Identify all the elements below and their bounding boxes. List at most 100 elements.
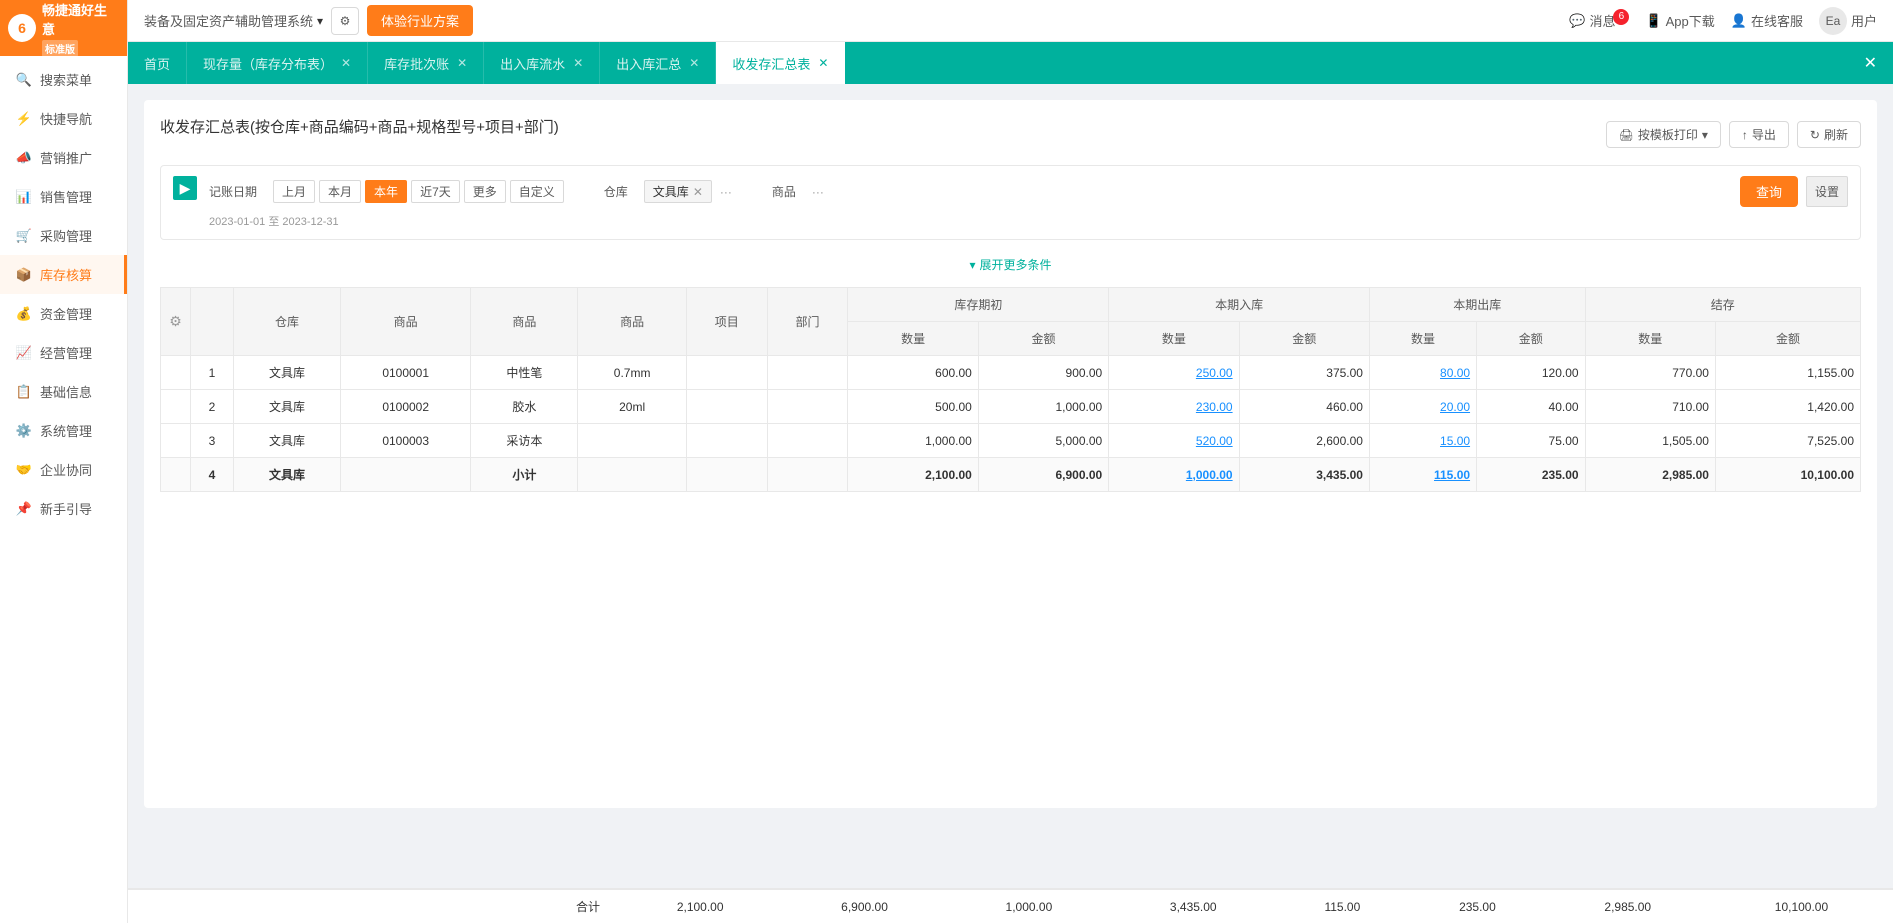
row-out-qty[interactable]: 15.00 <box>1369 424 1476 458</box>
user-label: 用户 <box>1851 11 1877 30</box>
row-name: 采访本 <box>471 424 578 458</box>
row-out-qty[interactable]: 20.00 <box>1369 390 1476 424</box>
gear-icon: ⚙ <box>340 14 351 28</box>
sidebar-item-marketing[interactable]: 📣 营销推广 <box>0 138 127 177</box>
tab-in-out-summary[interactable]: 出入库汇总 ✕ <box>600 42 716 84</box>
col-name: 商品 <box>471 288 578 356</box>
trial-button[interactable]: 体验行业方案 <box>367 5 473 36</box>
print-button[interactable]: 🖨 按模板打印 ▾ <box>1606 121 1721 148</box>
sidebar-item-system[interactable]: ⚙️ 系统管理 <box>0 411 127 450</box>
row-in-amt: 375.00 <box>1239 356 1369 390</box>
expand-more-btn[interactable]: ▾ 展开更多条件 <box>969 252 1051 277</box>
refresh-icon: ↻ <box>1810 128 1820 142</box>
dropdown-arrow-icon: ▾ <box>317 14 323 28</box>
subtotal-bal-amt: 10,100.00 <box>1715 458 1860 492</box>
avatar: Ea <box>1819 7 1847 35</box>
date-custom[interactable]: 自定义 <box>510 180 564 203</box>
date-label: 记账日期 <box>209 183 257 200</box>
settings-link-button[interactable]: 设置 <box>1806 176 1848 207</box>
sidebar-item-newbie[interactable]: 📌 新手引导 <box>0 489 127 528</box>
quicknav-icon: ⚡ <box>16 111 32 127</box>
subtotal-init-qty: 2,100.00 <box>848 458 978 492</box>
tab-home[interactable]: 首页 <box>128 42 187 84</box>
sidebar-item-purchase[interactable]: 🛒 采购管理 <box>0 216 127 255</box>
tab-in-out-summary-close[interactable]: ✕ <box>689 56 699 70</box>
warehouse-remove-btn[interactable]: ✕ <box>693 185 703 199</box>
tab-stock-dist[interactable]: 现存量（库存分布表） ✕ <box>187 42 368 84</box>
user-action[interactable]: Ea 用户 <box>1819 7 1877 35</box>
export-button[interactable]: ↑ 导出 <box>1729 121 1789 148</box>
row-code: 0100001 <box>340 356 470 390</box>
top-header: 装备及固定资产辅助管理系统 ▾ ⚙ 体验行业方案 💬 消息 6 📱 App下载 … <box>128 0 1893 42</box>
row-spec: 0.7mm <box>578 356 686 390</box>
sidebar-item-label: 资金管理 <box>40 304 92 323</box>
sidebar-item-inventory[interactable]: 📦 库存核算 <box>0 255 127 294</box>
warehouse-label: 仓库 <box>604 183 628 200</box>
row-init-qty: 600.00 <box>848 356 978 390</box>
tab-stock-dist-close[interactable]: ✕ <box>341 56 351 70</box>
query-button[interactable]: 查询 <box>1740 176 1798 207</box>
tab-batch[interactable]: 库存批次账 ✕ <box>368 42 484 84</box>
export-icon: ↑ <box>1742 128 1748 142</box>
message-action[interactable]: 💬 消息 6 <box>1569 11 1629 30</box>
col-settings[interactable]: ⚙ <box>161 288 191 356</box>
tab-in-out-flow-close[interactable]: ✕ <box>573 56 583 70</box>
row-out-qty[interactable]: 80.00 <box>1369 356 1476 390</box>
sidebar-item-operations[interactable]: 📈 经营管理 <box>0 333 127 372</box>
total-in-qty: 1,000.00 <box>947 890 1111 923</box>
tab-in-out-flow-label: 出入库流水 <box>500 54 565 73</box>
sidebar-item-label: 企业协同 <box>40 460 92 479</box>
tab-in-out-flow[interactable]: 出入库流水 ✕ <box>484 42 600 84</box>
tab-bar-close-btn[interactable]: ✕ <box>1848 53 1893 73</box>
tab-batch-close[interactable]: ✕ <box>457 56 467 70</box>
row-in-qty[interactable]: 250.00 <box>1109 356 1239 390</box>
goods-more[interactable]: ··· <box>812 185 824 199</box>
col-out-amt: 金额 <box>1477 322 1586 356</box>
sidebar-item-label: 新手引导 <box>40 499 92 518</box>
row-init-amt: 900.00 <box>978 356 1108 390</box>
sidebar-item-basic[interactable]: 📋 基础信息 <box>0 372 127 411</box>
marketing-icon: 📣 <box>16 150 32 166</box>
date-this-year[interactable]: 本年 <box>365 180 407 203</box>
sidebar-item-collab[interactable]: 🤝 企业协同 <box>0 450 127 489</box>
sidebar-item-quicknav[interactable]: ⚡ 快捷导航 <box>0 99 127 138</box>
online-service-action[interactable]: 👤 在线客服 <box>1731 11 1803 30</box>
row-spec <box>578 424 686 458</box>
col-out: 本期出库 <box>1369 288 1585 322</box>
newbie-icon: 📌 <box>16 501 32 517</box>
col-out-qty: 数量 <box>1369 322 1476 356</box>
row-in-qty[interactable]: 230.00 <box>1109 390 1239 424</box>
system-dropdown[interactable]: 装备及固定资产辅助管理系统 ▾ <box>144 11 323 30</box>
warehouse-more[interactable]: ··· <box>720 185 732 199</box>
row-in-qty[interactable]: 520.00 <box>1109 424 1239 458</box>
tab-recv-send-summary[interactable]: 收发存汇总表 ✕ <box>716 42 845 84</box>
sidebar-item-finance[interactable]: 💰 资金管理 <box>0 294 127 333</box>
row-bal-amt: 1,420.00 <box>1715 390 1860 424</box>
subtotal-in-amt: 3,435.00 <box>1239 458 1369 492</box>
tab-bar: 首页 现存量（库存分布表） ✕ 库存批次账 ✕ 出入库流水 ✕ 出入库汇总 ✕ … <box>128 42 1893 84</box>
sidebar-item-search[interactable]: 🔍 搜索菜单 <box>0 60 127 99</box>
filter-collapse-btn[interactable]: ▶ <box>173 176 197 200</box>
date-more[interactable]: 更多 <box>464 180 506 203</box>
row-project <box>686 390 767 424</box>
subtotal-label: 小计 <box>471 458 578 492</box>
col-no <box>191 288 234 356</box>
date-7days[interactable]: 近7天 <box>411 180 460 203</box>
refresh-button[interactable]: ↻ 刷新 <box>1797 121 1861 148</box>
total-in-amt: 3,435.00 <box>1111 890 1275 923</box>
row-warehouse: 文具库 <box>233 356 340 390</box>
app-download-action[interactable]: 📱 App下载 <box>1645 11 1714 30</box>
tab-recv-send-close[interactable]: ✕ <box>818 56 828 70</box>
row-spec: 20ml <box>578 390 686 424</box>
sidebar-item-sales[interactable]: 📊 销售管理 <box>0 177 127 216</box>
col-init-amt: 金额 <box>978 322 1108 356</box>
settings-button[interactable]: ⚙ <box>331 7 359 35</box>
filter-area: ▶ 记账日期 上月 本月 本年 近7天 更多 自定义 仓库 <box>160 165 1861 240</box>
col-dept: 部门 <box>767 288 848 356</box>
date-this-month[interactable]: 本月 <box>319 180 361 203</box>
col-bal-amt: 金额 <box>1715 322 1860 356</box>
sidebar-item-label: 快捷导航 <box>40 109 92 128</box>
date-last-month[interactable]: 上月 <box>273 180 315 203</box>
tab-in-out-summary-label: 出入库汇总 <box>616 54 681 73</box>
system-title: 装备及固定资产辅助管理系统 <box>144 11 313 30</box>
